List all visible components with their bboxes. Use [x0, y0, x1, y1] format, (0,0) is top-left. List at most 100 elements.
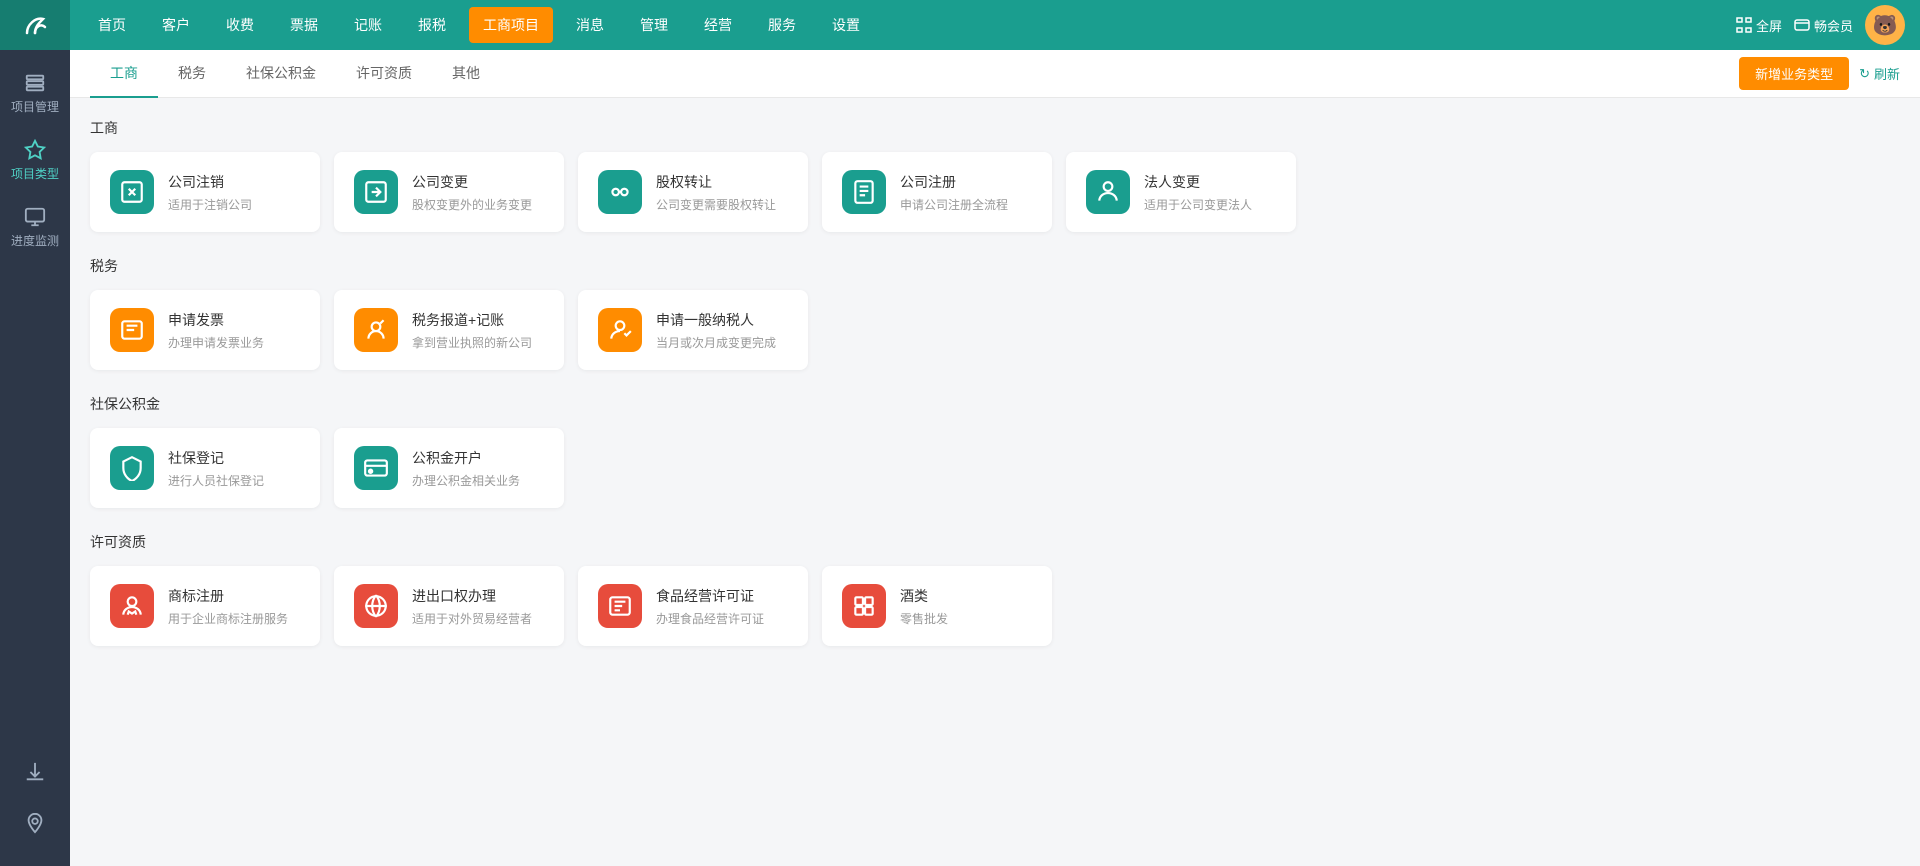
card-company-register[interactable]: 公司注册 申请公司注册全流程 — [822, 152, 1052, 232]
card-name-provident-fund: 公积金开户 — [412, 448, 520, 468]
card-icon-equity-transfer — [598, 170, 642, 214]
sidebar-item-download[interactable] — [0, 749, 70, 795]
sidebar-label-project-type: 项目类型 — [11, 165, 59, 182]
nav-menu: 首页 客户 收费 票据 记账 报税 工商项目 消息 管理 经营 服务 设置 — [70, 0, 1736, 50]
card-import-export[interactable]: 进出口权办理 适用于对外贸易经营者 — [334, 566, 564, 646]
fullscreen-button[interactable]: 全屏 — [1736, 16, 1782, 35]
section-xuke: 许可资质 商标注册 用于企业商标注册服务 — [90, 532, 1900, 646]
tab-actions: 新增业务类型 ↻ 刷新 — [1739, 57, 1900, 90]
nav-manage[interactable]: 管理 — [622, 0, 686, 50]
card-desc-import-export: 适用于对外贸易经营者 — [412, 610, 532, 627]
card-info-alcohol: 酒类 零售批发 — [900, 586, 948, 627]
nav-fee[interactable]: 收费 — [208, 0, 272, 50]
card-alcohol[interactable]: 酒类 零售批发 — [822, 566, 1052, 646]
sidebar-item-project-manage[interactable]: 项目管理 — [0, 60, 70, 127]
card-info-equity-transfer: 股权转让 公司变更需要股权转让 — [656, 172, 776, 213]
nav-accounting[interactable]: 记账 — [336, 0, 400, 50]
content-area: 工商 税务 社保公积金 许可资质 其他 新增业务类型 ↻ 刷新 工商 — [70, 50, 1920, 866]
card-equity-transfer[interactable]: 股权转让 公司变更需要股权转让 — [578, 152, 808, 232]
card-info-company-change: 公司变更 股权变更外的业务变更 — [412, 172, 532, 213]
card-info-food-license: 食品经营许可证 办理食品经营许可证 — [656, 586, 764, 627]
card-name-legal-person-change: 法人变更 — [1144, 172, 1252, 192]
sidebar-item-progress[interactable]: 进度监测 — [0, 194, 70, 261]
tabs: 工商 税务 社保公积金 许可资质 其他 — [90, 50, 500, 97]
card-social-security[interactable]: 社保登记 进行人员社保登记 — [90, 428, 320, 508]
card-general-taxpayer[interactable]: 申请一般纳税人 当月或次月成变更完成 — [578, 290, 808, 370]
card-legal-person-change[interactable]: 法人变更 适用于公司变更法人 — [1066, 152, 1296, 232]
card-icon-legal-person-change — [1086, 170, 1130, 214]
nav-bill[interactable]: 票据 — [272, 0, 336, 50]
nav-home[interactable]: 首页 — [80, 0, 144, 50]
card-name-company-cancel: 公司注销 — [168, 172, 252, 192]
scroll-content[interactable]: 工商 公司注销 适用于注销公司 — [70, 98, 1920, 866]
card-icon-tax-report — [354, 308, 398, 352]
card-food-license[interactable]: 食品经营许可证 办理食品经营许可证 — [578, 566, 808, 646]
cards-gongshang: 公司注销 适用于注销公司 公司变更 股权变更外的业务变更 — [90, 152, 1900, 232]
card-trademark[interactable]: 商标注册 用于企业商标注册服务 — [90, 566, 320, 646]
nav-right-area: 全屏 畅会员 🐻 — [1736, 5, 1920, 45]
card-icon-company-register — [842, 170, 886, 214]
card-desc-food-license: 办理食品经营许可证 — [656, 610, 764, 627]
tab-shuiwu[interactable]: 税务 — [158, 51, 226, 98]
section-gongshang: 工商 公司注销 适用于注销公司 — [90, 118, 1900, 232]
card-info-tax-report: 税务报道+记账 拿到营业执照的新公司 — [412, 310, 532, 351]
sidebar-item-project-type[interactable]: 项目类型 — [0, 127, 70, 194]
card-name-import-export: 进出口权办理 — [412, 586, 532, 606]
card-icon-import-export — [354, 584, 398, 628]
card-info-general-taxpayer: 申请一般纳税人 当月或次月成变更完成 — [656, 310, 776, 351]
section-shuiwu: 税务 申请发票 办理申请发票业务 — [90, 256, 1900, 370]
card-desc-provident-fund: 办理公积金相关业务 — [412, 472, 520, 489]
card-icon-company-change — [354, 170, 398, 214]
sidebar-item-location[interactable] — [0, 800, 70, 846]
nav-tax[interactable]: 报税 — [400, 0, 464, 50]
card-info-social-security: 社保登记 进行人员社保登记 — [168, 448, 264, 489]
card-desc-company-change: 股权变更外的业务变更 — [412, 196, 532, 213]
card-info-invoice: 申请发票 办理申请发票业务 — [168, 310, 264, 351]
card-desc-company-register: 申请公司注册全流程 — [900, 196, 1008, 213]
card-icon-trademark — [110, 584, 154, 628]
card-name-alcohol: 酒类 — [900, 586, 948, 606]
card-name-general-taxpayer: 申请一般纳税人 — [656, 310, 776, 330]
card-icon-alcohol — [842, 584, 886, 628]
card-desc-company-cancel: 适用于注销公司 — [168, 196, 252, 213]
card-name-trademark: 商标注册 — [168, 586, 288, 606]
card-desc-general-taxpayer: 当月或次月成变更完成 — [656, 334, 776, 351]
section-shebao: 社保公积金 社保登记 进行人员社保登记 — [90, 394, 1900, 508]
card-name-tax-report: 税务报道+记账 — [412, 310, 532, 330]
add-business-type-button[interactable]: 新增业务类型 — [1739, 57, 1849, 90]
section-title-xuke: 许可资质 — [90, 532, 1900, 552]
refresh-label: 刷新 — [1874, 64, 1900, 83]
card-invoice[interactable]: 申请发票 办理申请发票业务 — [90, 290, 320, 370]
nav-operation[interactable]: 经营 — [686, 0, 750, 50]
nav-settings[interactable]: 设置 — [814, 0, 878, 50]
tab-shebao[interactable]: 社保公积金 — [226, 51, 336, 98]
tab-xuke[interactable]: 许可资质 — [336, 51, 432, 98]
card-desc-trademark: 用于企业商标注册服务 — [168, 610, 288, 627]
card-tax-report[interactable]: 税务报道+记账 拿到营业执照的新公司 — [334, 290, 564, 370]
card-name-company-register: 公司注册 — [900, 172, 1008, 192]
nav-business[interactable]: 工商项目 — [469, 7, 553, 43]
logo[interactable] — [0, 0, 70, 50]
card-company-change[interactable]: 公司变更 股权变更外的业务变更 — [334, 152, 564, 232]
tab-gongshang[interactable]: 工商 — [90, 51, 158, 98]
card-desc-social-security: 进行人员社保登记 — [168, 472, 264, 489]
refresh-button[interactable]: ↻ 刷新 — [1859, 64, 1900, 83]
tab-other[interactable]: 其他 — [432, 51, 500, 98]
card-name-equity-transfer: 股权转让 — [656, 172, 776, 192]
card-icon-general-taxpayer — [598, 308, 642, 352]
membership-button[interactable]: 畅会员 — [1794, 16, 1853, 35]
nav-message[interactable]: 消息 — [558, 0, 622, 50]
card-icon-invoice — [110, 308, 154, 352]
card-desc-alcohol: 零售批发 — [900, 610, 948, 627]
section-title-gongshang: 工商 — [90, 118, 1900, 138]
card-icon-company-cancel — [110, 170, 154, 214]
sidebar-label-progress: 进度监测 — [11, 232, 59, 249]
mascot-avatar[interactable]: 🐻 — [1865, 5, 1905, 45]
nav-service[interactable]: 服务 — [750, 0, 814, 50]
sidebar: 项目管理 项目类型 进度监测 — [0, 50, 70, 866]
card-company-cancel[interactable]: 公司注销 适用于注销公司 — [90, 152, 320, 232]
cards-shebao: 社保登记 进行人员社保登记 公积金开户 办理公积金相关业务 — [90, 428, 1900, 508]
card-provident-fund[interactable]: 公积金开户 办理公积金相关业务 — [334, 428, 564, 508]
card-icon-provident-fund — [354, 446, 398, 490]
nav-customer[interactable]: 客户 — [144, 0, 208, 50]
